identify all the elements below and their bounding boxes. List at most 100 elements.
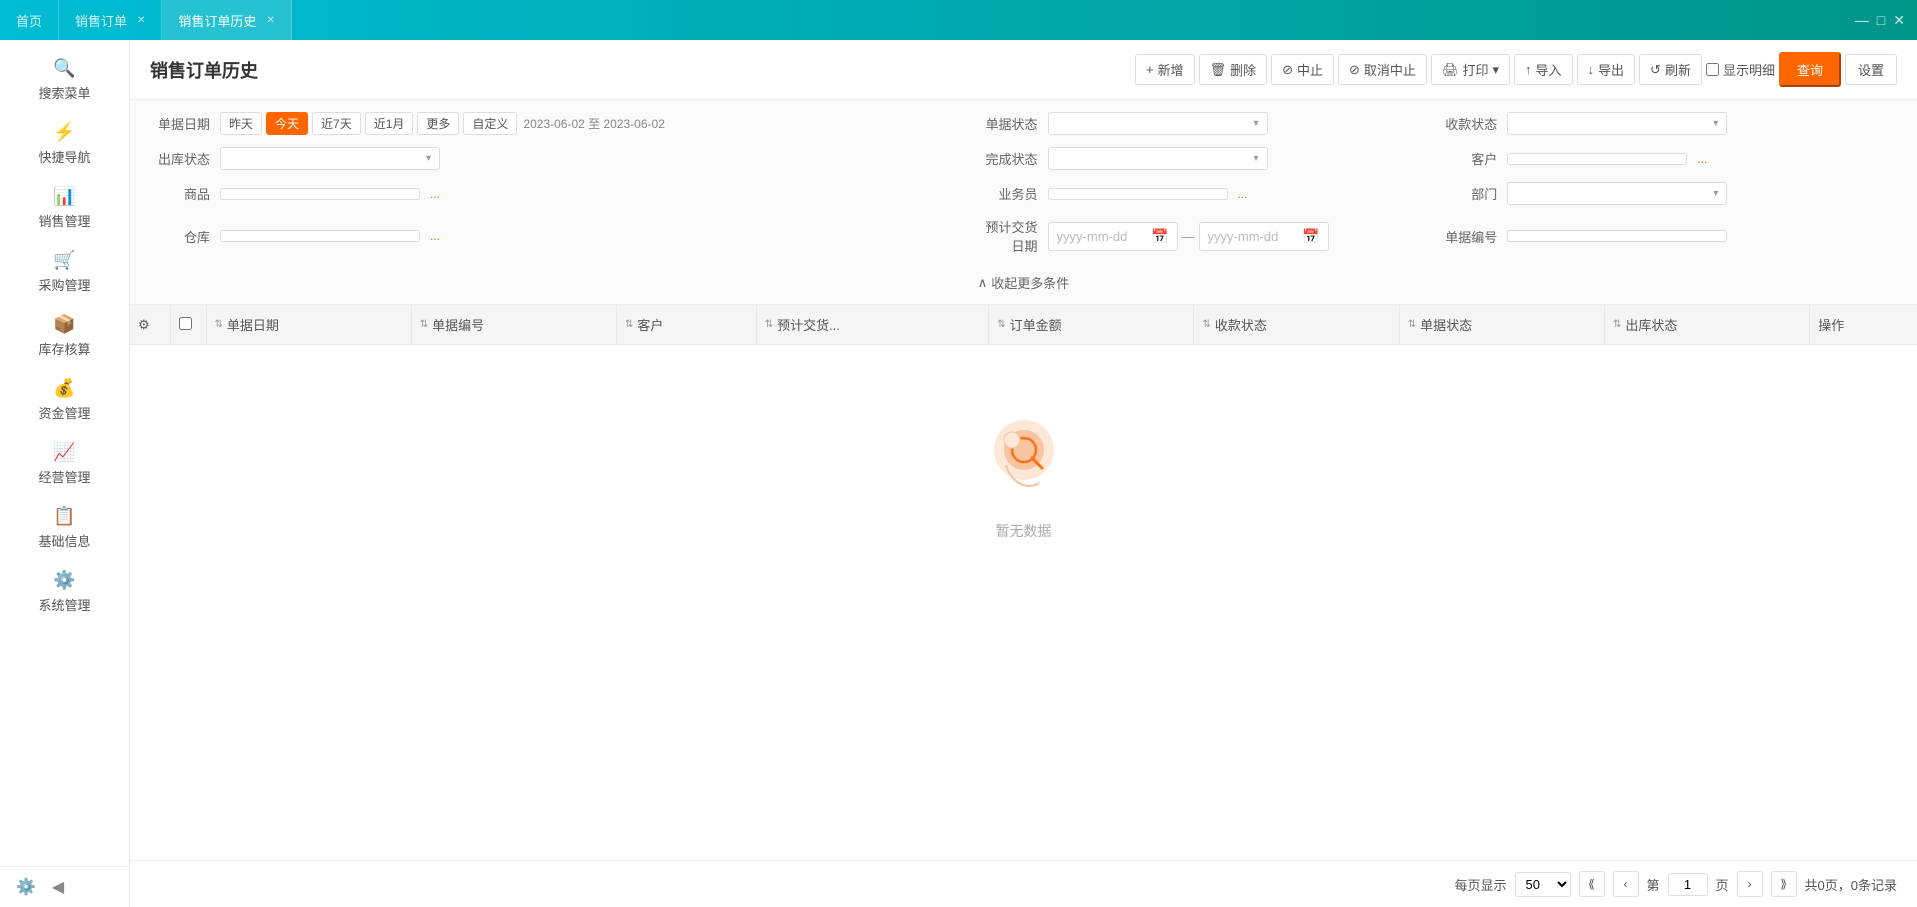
sidebar-item-search[interactable]: 🔍 搜索菜单 [0, 48, 129, 112]
select-all-checkbox[interactable] [179, 317, 192, 330]
delete-button[interactable]: 🗑 删除 [1199, 54, 1268, 85]
import-icon: ↑ [1525, 62, 1532, 77]
page-label-before: 第 [1647, 875, 1660, 894]
col-amount-sort-icon[interactable]: ⇅ [997, 319, 1005, 330]
sidebar-item-basic[interactable]: 📋 基础信息 [0, 496, 129, 560]
bill-number-input[interactable] [1507, 230, 1727, 242]
col-warehouse-sort-icon[interactable]: ⇅ [1613, 319, 1621, 330]
warehouse-status-label: 出库状态 [150, 149, 220, 168]
sidebar-item-system[interactable]: ⚙️ 系统管理 [0, 560, 129, 624]
settings-bottom-icon[interactable]: ⚙️ [16, 877, 36, 897]
sidebar-bottom: ⚙️ ◀ [0, 866, 129, 907]
date-btn-today[interactable]: 今天 [266, 112, 308, 135]
department-select[interactable]: ▾ [1507, 182, 1727, 205]
salesperson-more-btn[interactable]: ... [1232, 185, 1254, 203]
col-date-sort-icon[interactable]: ⇅ [215, 319, 223, 330]
date-btn-1month[interactable]: 近1月 [365, 112, 414, 135]
stop-button[interactable]: ⊘ 中止 [1271, 54, 1334, 85]
product-more-btn[interactable]: ... [424, 185, 446, 203]
page-number-input[interactable] [1668, 873, 1708, 896]
col-bill-sort-icon[interactable]: ⇅ [1408, 319, 1416, 330]
product-col: 商品 ... [150, 184, 978, 203]
search-icon: 🔍 [53, 58, 75, 79]
sidebar-item-finance-label: 资金管理 [38, 403, 90, 422]
delete-label: 删除 [1230, 60, 1256, 79]
col-customer-sort-icon[interactable]: ⇅ [625, 319, 633, 330]
col-payment-sort-icon[interactable]: ⇅ [1202, 319, 1210, 330]
system-icon: ⚙️ [53, 570, 75, 591]
payment-status-label: 收款状态 [1437, 114, 1507, 133]
setting-button[interactable]: 设置 [1845, 54, 1897, 85]
expected-date-to[interactable]: yyyy-mm-dd 📅 [1199, 222, 1329, 251]
import-button[interactable]: ↑ 导入 [1514, 54, 1573, 85]
table-settings-icon[interactable]: ⚙ [138, 317, 150, 332]
stop-icon: ⊘ [1282, 62, 1293, 78]
collapse-btn[interactable]: ∧ 收起更多条件 [150, 267, 1897, 292]
tab-home[interactable]: 首页 [0, 0, 59, 40]
calendar-from-icon[interactable]: 📅 [1151, 228, 1168, 245]
collapse-sidebar-icon[interactable]: ◀ [52, 877, 64, 897]
minimize-icon[interactable]: — [1855, 12, 1869, 28]
col-payment-status: ⇅ 收款状态 [1194, 305, 1399, 345]
last-page-btn[interactable]: ⟫ [1771, 871, 1797, 897]
complete-status-label: 完成状态 [978, 149, 1048, 168]
filter-row-4: 仓库 ... 预计交货日期 yyyy-mm-dd 📅 [150, 217, 1897, 255]
tab-sales-history[interactable]: 销售订单历史 ✕ [162, 0, 291, 40]
add-button[interactable]: + 新增 [1135, 54, 1195, 85]
date-separator: — [1182, 229, 1195, 244]
first-page-btn[interactable]: ⟪ [1579, 871, 1605, 897]
next-page-btn[interactable]: › [1737, 871, 1763, 897]
pagination: 每页显示 50 10 20 100 ⟪ ‹ 第 页 › ⟫ 共0页，0条记录 [130, 860, 1917, 907]
warehouse-status-arrow: ▾ [426, 153, 431, 164]
col-number-sort-icon[interactable]: ⇅ [420, 319, 428, 330]
tab-sales-order-close[interactable]: ✕ [137, 15, 145, 26]
sidebar-item-sales[interactable]: 📊 销售管理 [0, 176, 129, 240]
payment-status-select[interactable]: ▾ [1507, 112, 1727, 135]
maximize-icon[interactable]: □ [1877, 12, 1885, 28]
print-button[interactable]: 🖨 打印 ▾ [1431, 54, 1510, 85]
sidebar-item-purchase[interactable]: 🛒 采购管理 [0, 240, 129, 304]
col-expected-date-sort-icon[interactable]: ⇅ [765, 319, 773, 330]
tab-sales-order[interactable]: 销售订单 ✕ [59, 0, 162, 40]
display-toggle-checkbox[interactable] [1706, 63, 1719, 76]
date-btn-yesterday[interactable]: 昨天 [220, 112, 262, 135]
customer-select[interactable] [1507, 153, 1687, 165]
tab-sales-history-close[interactable]: ✕ [266, 15, 274, 26]
expected-date-label: 预计交货日期 [978, 217, 1048, 255]
close-icon[interactable]: ✕ [1893, 12, 1905, 29]
customer-more-btn[interactable]: ... [1691, 150, 1713, 168]
expected-date-from[interactable]: yyyy-mm-dd 📅 [1048, 222, 1178, 251]
bill-status-select[interactable]: ▾ [1048, 112, 1268, 135]
data-table: ⚙ ⇅ 单据日期 ⇅ [130, 305, 1917, 345]
refresh-button[interactable]: ↺ 刷新 [1639, 54, 1702, 85]
page-size-select[interactable]: 50 10 20 100 [1515, 872, 1571, 897]
salesperson-col: 业务员 ... [978, 184, 1438, 203]
salesperson-select[interactable] [1048, 188, 1228, 200]
sidebar-item-finance[interactable]: 💰 资金管理 [0, 368, 129, 432]
warehouse-select[interactable] [220, 230, 420, 242]
product-select[interactable] [220, 188, 420, 200]
refresh-icon: ↺ [1650, 62, 1661, 78]
warehouse-status-col: 出库状态 ▾ [150, 147, 978, 170]
prev-page-btn[interactable]: ‹ [1613, 871, 1639, 897]
col-bill-label: 单据状态 [1420, 315, 1472, 334]
cancel-stop-button[interactable]: ⊘ 取消中止 [1338, 54, 1427, 85]
main-layout: 🔍 搜索菜单 ⚡ 快捷导航 📊 销售管理 🛒 采购管理 📦 库存核算 💰 资金管… [0, 40, 1917, 907]
calendar-to-icon[interactable]: 📅 [1302, 228, 1319, 245]
department-arrow: ▾ [1713, 188, 1718, 199]
date-btn-custom[interactable]: 自定义 [463, 112, 517, 135]
product-label: 商品 [150, 184, 220, 203]
warehouse-more-btn[interactable]: ... [424, 227, 446, 245]
query-button[interactable]: 查询 [1779, 52, 1841, 87]
export-button[interactable]: ↓ 导出 [1577, 54, 1636, 85]
sidebar-item-quicknav[interactable]: ⚡ 快捷导航 [0, 112, 129, 176]
sidebar-item-operations[interactable]: 📈 经营管理 [0, 432, 129, 496]
warehouse-status-select[interactable]: ▾ [220, 147, 440, 170]
tab-sales-order-label: 销售订单 [75, 11, 127, 30]
bill-status-arrow: ▾ [1254, 118, 1259, 129]
date-btn-7days[interactable]: 近7天 [312, 112, 361, 135]
complete-status-select[interactable]: ▾ [1048, 147, 1268, 170]
date-btn-more[interactable]: 更多 [417, 112, 459, 135]
sidebar-item-search-label: 搜索菜单 [38, 83, 90, 102]
sidebar-item-inventory[interactable]: 📦 库存核算 [0, 304, 129, 368]
